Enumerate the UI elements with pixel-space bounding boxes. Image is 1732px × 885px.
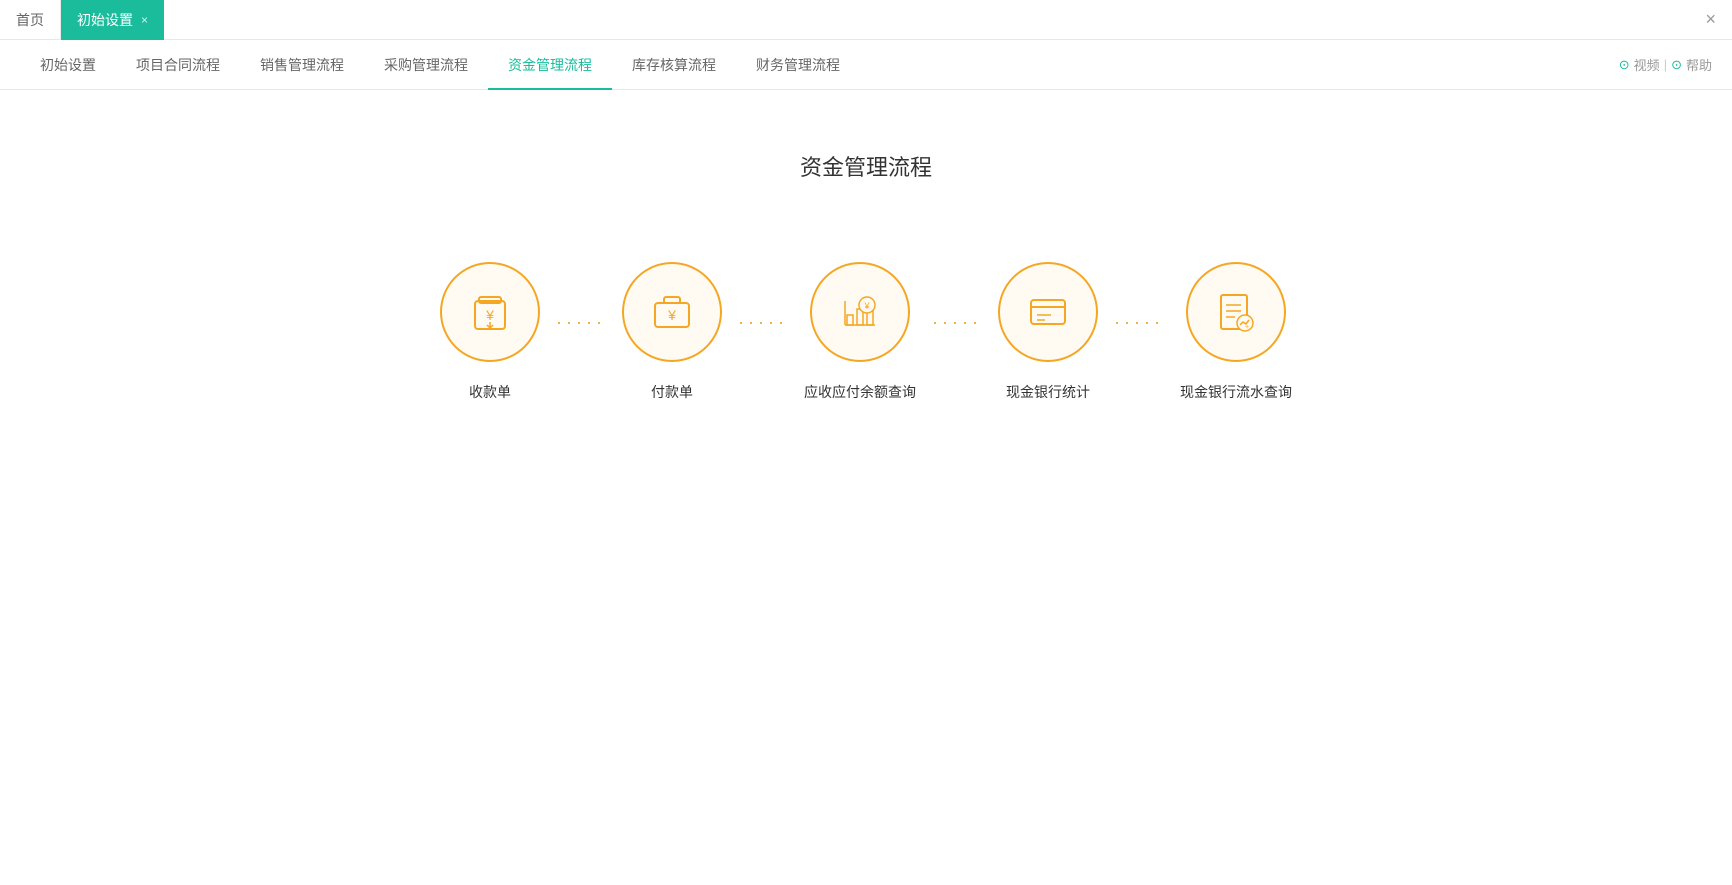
flow-item-statement[interactable]: + 现金银行流水查询 <box>1180 262 1292 402</box>
receipt-icon-circle: ¥ <box>440 262 540 362</box>
dots-4: ····· <box>1114 312 1164 333</box>
receipt-label: 收款单 <box>469 382 511 402</box>
nav-bar: 初始设置 项目合同流程 销售管理流程 采购管理流程 资金管理流程 库存核算流程 … <box>0 40 1732 90</box>
flow-item-cash-bank[interactable]: 现金银行统计 <box>998 262 1098 402</box>
flow-item-receipt[interactable]: ¥ 收款单 <box>440 262 540 402</box>
tab-close-button[interactable]: × <box>141 13 148 27</box>
help-link[interactable]: ⊙ 帮助 <box>1671 55 1712 74</box>
receipt-icon: ¥ <box>465 287 515 337</box>
svg-text:¥: ¥ <box>863 301 870 311</box>
flow-container: ¥ 收款单 ····· ¥ 付款单 <box>440 262 1292 402</box>
flow-item-balance[interactable]: ¥ 应收应付余额查询 <box>804 262 916 402</box>
dots-2: ····· <box>738 312 788 333</box>
play-circle-icon: ⊙ <box>1619 57 1630 73</box>
dots-3: ····· <box>932 312 982 333</box>
divider: | <box>1664 57 1667 72</box>
window-controls: × <box>1705 9 1732 30</box>
nav-item-project[interactable]: 项目合同流程 <box>116 40 240 90</box>
balance-icon-circle: ¥ <box>810 262 910 362</box>
initial-setup-tab[interactable]: 初始设置 × <box>61 0 164 40</box>
payment-icon-circle: ¥ <box>622 262 722 362</box>
cash-bank-icon-circle <box>998 262 1098 362</box>
question-circle-icon: ⊙ <box>1671 57 1682 73</box>
nav-item-initial[interactable]: 初始设置 <box>20 40 116 90</box>
close-button[interactable]: × <box>1705 9 1716 30</box>
home-tab[interactable]: 首页 <box>0 0 61 40</box>
svg-text:+: + <box>1245 324 1249 331</box>
help-label: 帮助 <box>1686 55 1712 74</box>
svg-text:¥: ¥ <box>667 307 676 323</box>
nav-right: ⊙ 视频 | ⊙ 帮助 <box>1619 55 1712 74</box>
statement-icon: + <box>1211 287 1261 337</box>
balance-label: 应收应付余额查询 <box>804 382 916 402</box>
nav-item-purchase[interactable]: 采购管理流程 <box>364 40 488 90</box>
main-content: 资金管理流程 ¥ 收款单 ····· <box>0 90 1732 402</box>
connector-3: ····· <box>916 312 998 333</box>
statement-icon-circle: + <box>1186 262 1286 362</box>
payment-label: 付款单 <box>651 382 693 402</box>
dots-1: ····· <box>556 312 606 333</box>
cash-bank-label: 现金银行统计 <box>1006 382 1090 402</box>
top-bar: 首页 初始设置 × × <box>0 0 1732 40</box>
video-link[interactable]: ⊙ 视频 <box>1619 55 1660 74</box>
connector-4: ····· <box>1098 312 1180 333</box>
nav-item-capital[interactable]: 资金管理流程 <box>488 40 612 90</box>
balance-icon: ¥ <box>835 287 885 337</box>
flow-item-payment[interactable]: ¥ 付款单 <box>622 262 722 402</box>
payment-icon: ¥ <box>647 287 697 337</box>
tab-label: 初始设置 <box>77 10 133 30</box>
video-label: 视频 <box>1634 55 1660 74</box>
nav-item-sales[interactable]: 销售管理流程 <box>240 40 364 90</box>
cash-bank-icon <box>1023 287 1073 337</box>
statement-label: 现金银行流水查询 <box>1180 382 1292 402</box>
nav-item-inventory[interactable]: 库存核算流程 <box>612 40 736 90</box>
nav-item-finance[interactable]: 财务管理流程 <box>736 40 860 90</box>
connector-2: ····· <box>722 312 804 333</box>
page-title: 资金管理流程 <box>800 150 932 182</box>
connector-1: ····· <box>540 312 622 333</box>
svg-text:¥: ¥ <box>485 307 494 323</box>
